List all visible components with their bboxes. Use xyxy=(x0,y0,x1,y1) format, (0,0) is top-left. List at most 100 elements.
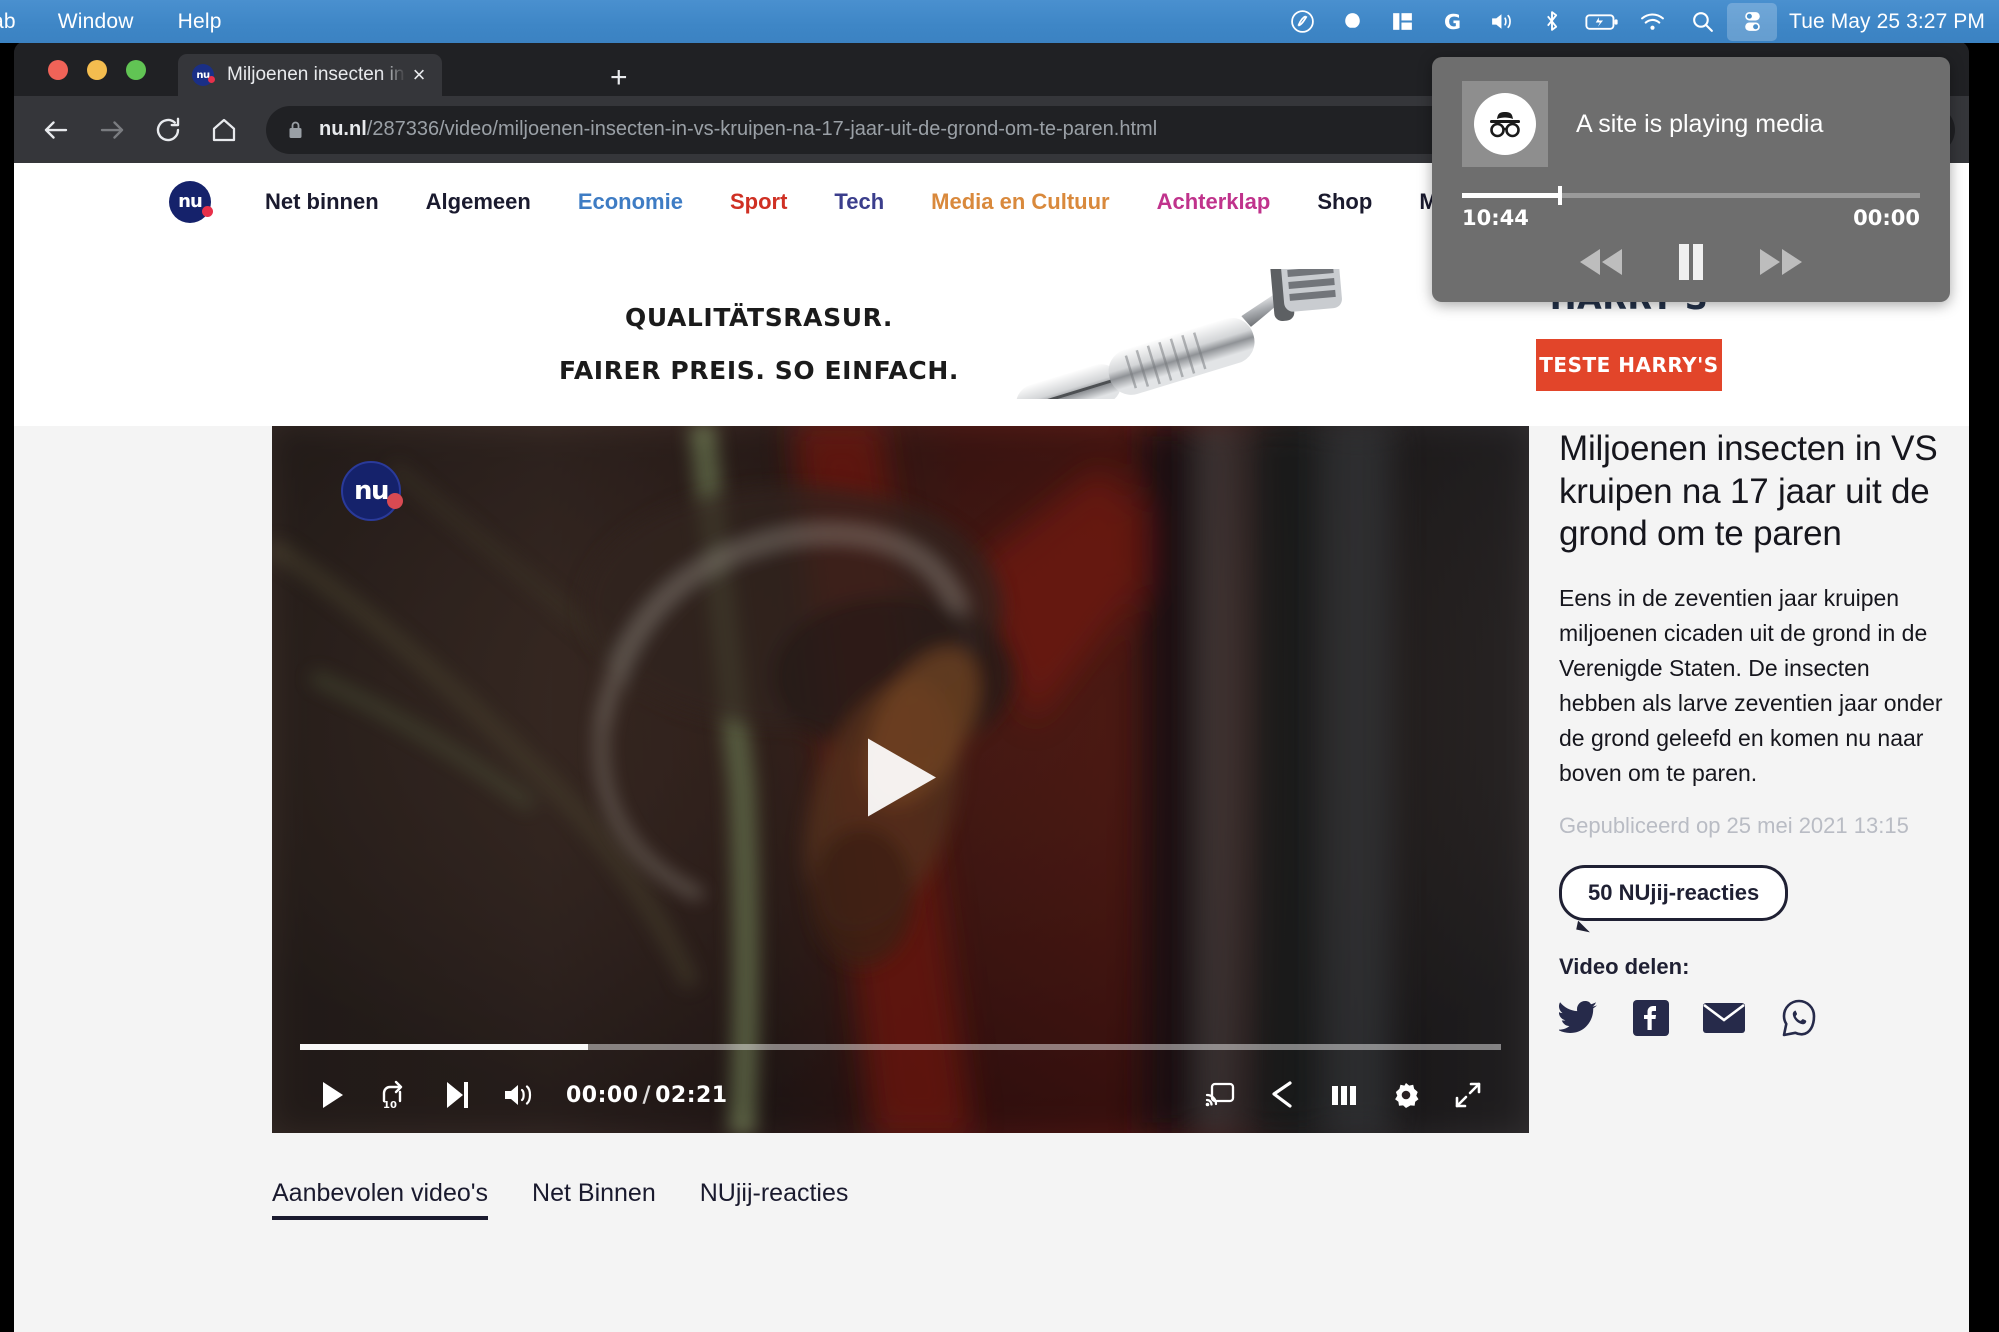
tab-nujij-reacties[interactable]: NUjij-reacties xyxy=(700,1179,849,1220)
ad-slogan-line-2: FAIRER PREIS. SO EINFACH. xyxy=(559,356,959,385)
nu-logo-dot xyxy=(202,205,213,217)
article-published-date: Gepubliceerd op 25 mei 2021 13:15 xyxy=(1559,812,1909,838)
minimize-window-button[interactable] xyxy=(87,60,107,80)
close-tab-button[interactable]: × xyxy=(406,64,432,86)
web-page: nu Net binnen Algemeen Economie Sport Te… xyxy=(14,163,1969,1332)
forward-button[interactable] xyxy=(84,102,140,158)
divvy-icon[interactable] xyxy=(1377,0,1427,43)
video-time-display: 00:00/02:21 xyxy=(566,1083,728,1108)
media-popup-times: 10:44 00:00 xyxy=(1462,206,1920,230)
nav-item-sport[interactable]: Sport xyxy=(730,189,787,215)
big-play-button[interactable] xyxy=(858,732,944,827)
menu-bar-clock[interactable]: Tue May 25 3:27 PM xyxy=(1777,10,1985,34)
share-label: Video delen: xyxy=(1559,953,1690,979)
reactions-button[interactable]: 50 NUjij-reacties xyxy=(1559,864,1789,921)
video-controls: 10 00:00/02:21 xyxy=(272,1057,1529,1133)
fast-forward-button[interactable] xyxy=(1756,245,1806,279)
share-button[interactable] xyxy=(1251,1064,1313,1126)
browser-tab[interactable]: nu Miljoenen insecten in VS kruipe × xyxy=(178,54,442,96)
video-total-time: 02:21 xyxy=(655,1082,728,1108)
evernote-icon[interactable] xyxy=(1277,0,1327,43)
article-sidebar: Miljoenen insecten in VS kruipen na 17 j… xyxy=(1529,426,1949,1220)
media-popup-title: A site is playing media xyxy=(1576,109,1824,138)
nav-item-media-en-cultuur[interactable]: Media en Cultuur xyxy=(931,189,1109,215)
video-column: nu 10 00:00 / 02:21 Aanbevolen video's N… xyxy=(272,426,1529,1220)
play-button[interactable] xyxy=(302,1064,364,1126)
nu-watermark-label: nu xyxy=(353,476,390,506)
nav-item-net-binnen[interactable]: Net binnen xyxy=(265,189,379,215)
email-icon[interactable] xyxy=(1703,1002,1745,1039)
nu-logo-label: nu xyxy=(178,191,203,212)
nav-item-algemeen[interactable]: Algemeen xyxy=(426,189,531,215)
cast-button[interactable] xyxy=(1189,1064,1251,1126)
nu-watermark-dot xyxy=(387,493,403,509)
playlist-grid-button[interactable] xyxy=(1313,1064,1375,1126)
nav-item-achterklap[interactable]: Achterklap xyxy=(1157,189,1271,215)
tab-net-binnen[interactable]: Net Binnen xyxy=(532,1179,656,1220)
whatsapp-icon[interactable] xyxy=(1779,998,1819,1043)
main-content: nu 10 00:00 / 02:21 Aanbevolen video's N… xyxy=(14,426,1969,1220)
media-popup-header: A site is playing media xyxy=(1462,81,1920,167)
volume-button[interactable] xyxy=(488,1064,550,1126)
grammarly-icon[interactable]: G xyxy=(1427,0,1477,43)
new-tab-button[interactable]: + xyxy=(610,63,628,93)
razor-product-image xyxy=(984,232,1404,425)
wifi-icon[interactable] xyxy=(1627,0,1677,43)
ad-cta-button[interactable]: TESTE HARRY'S xyxy=(1536,339,1722,391)
back-button[interactable] xyxy=(28,102,84,158)
next-video-button[interactable] xyxy=(426,1064,488,1126)
url-host: nu.nl xyxy=(319,118,367,140)
video-controls-right xyxy=(1189,1064,1499,1126)
media-popup-progress-fill xyxy=(1462,193,1559,198)
bluetooth-icon[interactable] xyxy=(1527,0,1577,43)
url-path: /287336/video/miljoenen-insecten-in-vs-k… xyxy=(366,118,1158,140)
media-popup-progress-bar[interactable] xyxy=(1462,186,1920,205)
battery-icon[interactable] xyxy=(1577,0,1627,43)
url-text: nu.nl/287336/video/miljoenen-insecten-in… xyxy=(319,118,1157,141)
nu-logo[interactable]: nu xyxy=(169,180,213,223)
tab-title: Miljoenen insecten in VS kruipe xyxy=(227,64,406,85)
settings-gear-button[interactable] xyxy=(1375,1064,1437,1126)
nav-item-tech[interactable]: Tech xyxy=(834,189,884,215)
favicon-dot xyxy=(208,76,215,83)
video-section-tabs: Aanbevolen video's Net Binnen NUjij-reac… xyxy=(272,1133,1529,1220)
maximize-window-button[interactable] xyxy=(126,60,146,80)
fullscreen-button[interactable] xyxy=(1437,1064,1499,1126)
menu-window[interactable]: Window xyxy=(36,10,156,34)
media-popup-progress-knob[interactable] xyxy=(1558,186,1563,205)
svg-text:G: G xyxy=(1443,10,1460,34)
lock-icon xyxy=(286,119,305,141)
twitter-icon[interactable] xyxy=(1557,1000,1599,1040)
video-progress-bar[interactable] xyxy=(300,1044,1501,1050)
nu-favicon: nu xyxy=(192,64,215,86)
menu-tab[interactable]: ab xyxy=(0,10,36,34)
screen: ab Window Help G xyxy=(0,0,1999,1332)
control-center-icon[interactable] xyxy=(1727,2,1778,41)
share-icon-row xyxy=(1557,998,1949,1043)
media-popup-thumbnail xyxy=(1462,81,1548,167)
video-player[interactable]: nu 10 00:00 / 02:21 xyxy=(272,426,1529,1133)
video-progress-fill xyxy=(300,1044,589,1050)
replay-10-button[interactable]: 10 xyxy=(364,1064,426,1126)
nav-item-shop[interactable]: Shop xyxy=(1317,189,1372,215)
pause-button[interactable] xyxy=(1674,242,1708,282)
volume-icon[interactable] xyxy=(1477,0,1527,43)
home-button[interactable] xyxy=(196,102,252,158)
facebook-icon[interactable] xyxy=(1633,999,1669,1041)
media-remaining-time: 00:00 xyxy=(1853,206,1920,230)
nu-video-watermark: nu xyxy=(341,461,403,521)
svg-text:10: 10 xyxy=(383,1100,397,1111)
close-window-button[interactable] xyxy=(48,60,68,80)
video-current-time: 00:00 xyxy=(566,1082,639,1108)
article-lead: Eens in de zeventien jaar kruipen miljoe… xyxy=(1559,585,1943,786)
menu-help[interactable]: Help xyxy=(156,10,244,34)
rewind-button[interactable] xyxy=(1576,245,1626,279)
dropbox-icon[interactable] xyxy=(1327,0,1377,43)
tab-aanbevolen-videos[interactable]: Aanbevolen video's xyxy=(272,1179,489,1220)
time-separator: / xyxy=(642,1082,652,1108)
incognito-icon xyxy=(1474,93,1536,155)
spotlight-search-icon[interactable] xyxy=(1677,0,1727,43)
reload-button[interactable] xyxy=(140,102,196,158)
window-controls xyxy=(48,60,146,80)
nav-item-economie[interactable]: Economie xyxy=(578,189,683,215)
